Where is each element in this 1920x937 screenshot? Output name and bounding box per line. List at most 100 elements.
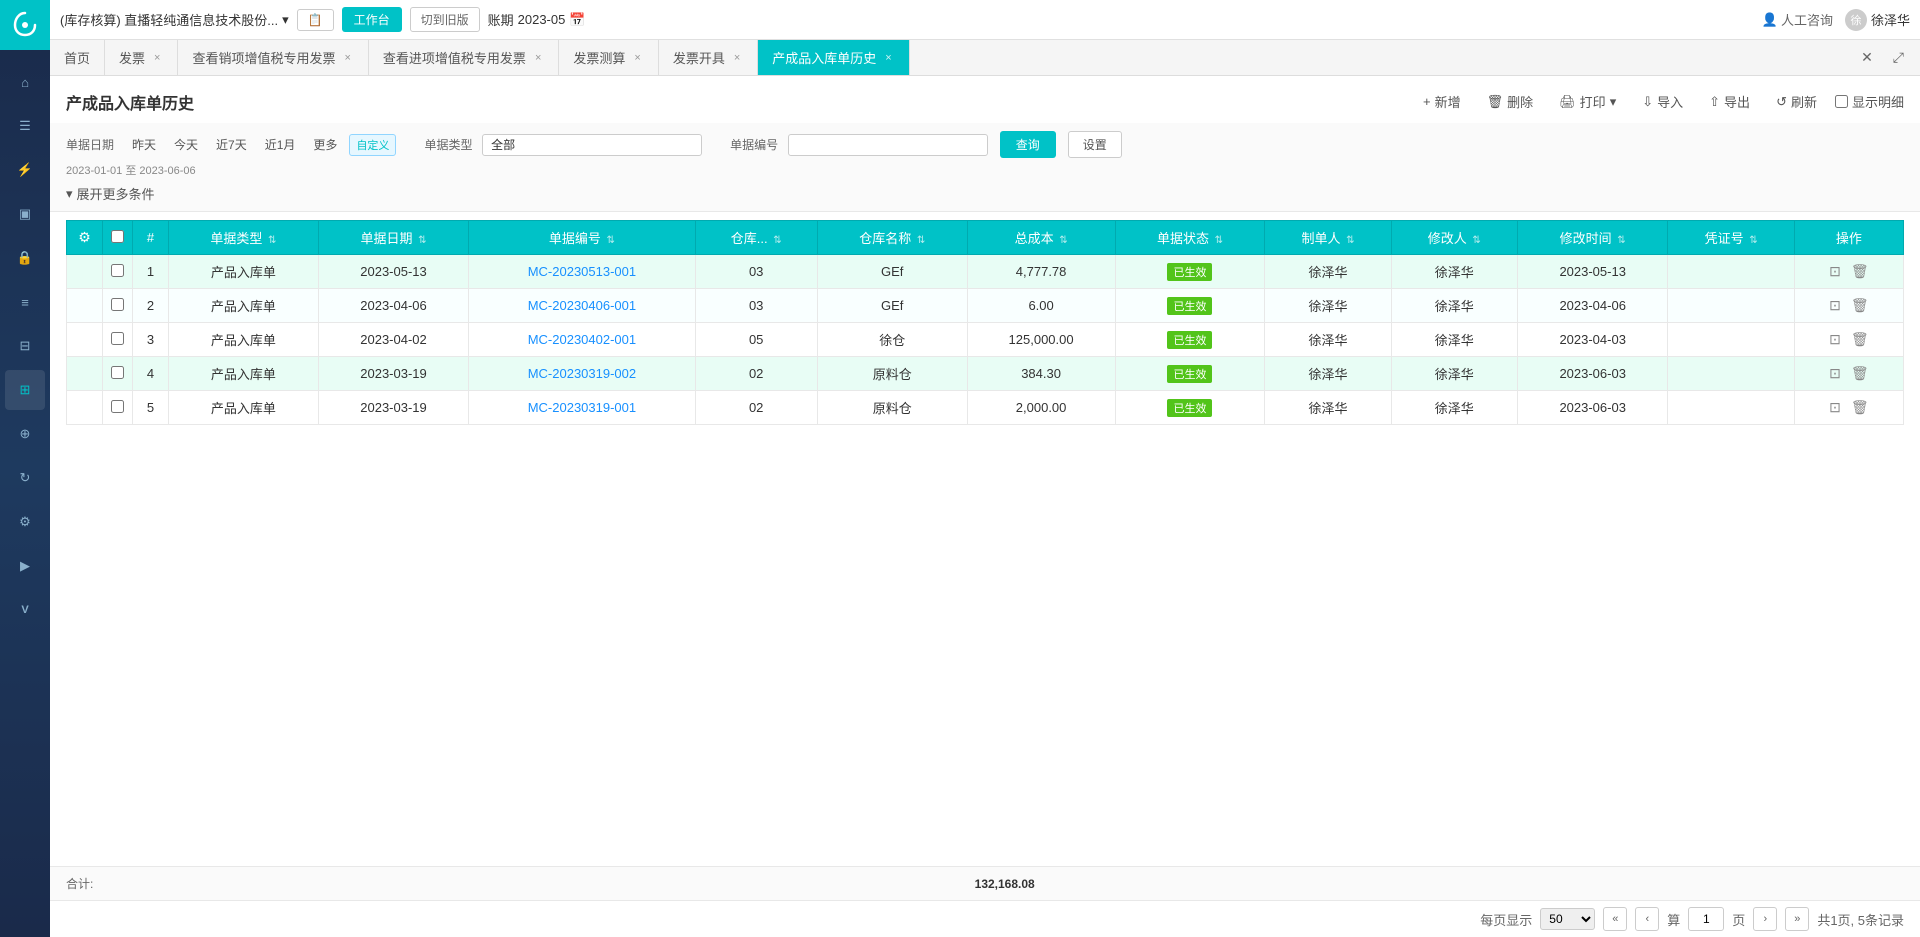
tab-purchase-vat[interactable]: 查看进项增值税专用发票 × [369,40,559,75]
row-delete-icon-1[interactable]: 🗑 [1849,295,1871,316]
col-modifier[interactable]: 修改人 ⇅ [1391,221,1517,255]
row-select-3[interactable] [111,366,124,379]
per-page-select[interactable]: 20 50 100 [1540,908,1595,930]
first-page-btn[interactable]: « [1603,907,1627,931]
tab-product-history-close[interactable]: × [882,51,894,65]
sidebar-item-stamp[interactable]: ⊕ [5,414,45,454]
expand-window-btn[interactable]: ⤢ [1887,47,1910,68]
period-calendar-icon[interactable]: 📅 [569,12,585,28]
sidebar-item-inventory[interactable]: ⊟ [5,326,45,366]
row-delete-icon-0[interactable]: 🗑 [1849,261,1871,282]
tab-invoice-open[interactable]: 发票开具 × [659,40,758,75]
row-checkbox-2[interactable] [103,323,133,357]
prev-page-btn[interactable]: ‹ [1635,907,1659,931]
col-warehouse-name[interactable]: 仓库名称 ⇅ [817,221,967,255]
export-btn[interactable]: ⇧ 导出 [1701,88,1758,115]
user-profile[interactable]: 徐 徐泽华 [1845,9,1910,31]
row-edit-icon-3[interactable]: ⊡ [1827,363,1843,384]
row-delete-icon-2[interactable]: 🗑 [1849,329,1871,350]
print-btn[interactable]: 🖨 打印 ▾ [1551,88,1624,115]
row-select-1[interactable] [111,298,124,311]
date-btn-7days[interactable]: 近7天 [210,134,253,155]
date-btn-1month[interactable]: 近1月 [259,134,302,155]
col-total-cost[interactable]: 总成本 ⇅ [967,221,1115,255]
row-number-link-2[interactable]: MC-20230402-001 [528,332,636,347]
row-number-0[interactable]: MC-20230513-001 [469,255,695,289]
row-select-2[interactable] [111,332,124,345]
col-settings[interactable]: ⚙ [67,221,103,255]
row-checkbox-3[interactable] [103,357,133,391]
show-detail-input[interactable] [1835,95,1848,108]
refresh-btn[interactable]: ↺ 刷新 [1768,88,1825,115]
close-all-tabs-btn[interactable]: ✕ [1855,47,1879,68]
sidebar-item-analytics[interactable]: ⚡ [5,150,45,190]
row-checkbox-1[interactable] [103,289,133,323]
sidebar-item-active[interactable]: ⊞ [5,370,45,410]
date-btn-today[interactable]: 今天 [168,134,204,155]
select-all-checkbox[interactable] [111,230,124,243]
col-status[interactable]: 单据状态 ⇅ [1115,221,1265,255]
row-edit-icon-2[interactable]: ⊡ [1827,329,1843,350]
tab-invoice-open-close[interactable]: × [731,51,743,65]
tab-purchase-vat-close[interactable]: × [532,51,544,65]
tab-invoice[interactable]: 发票 × [105,40,178,75]
row-number-2[interactable]: MC-20230402-001 [469,323,695,357]
workbench-btn[interactable]: 工作台 [342,7,402,32]
sidebar-item-sync[interactable]: ↻ [5,458,45,498]
col-voucher[interactable]: 凭证号 ⇅ [1668,221,1794,255]
tab-sales-vat-close[interactable]: × [341,51,353,65]
app-logo[interactable] [0,0,50,50]
tab-invoice-close[interactable]: × [151,51,163,65]
col-warehouse-code[interactable]: 仓库... ⇅ [695,221,817,255]
col-modify-time[interactable]: 修改时间 ⇅ [1517,221,1668,255]
company-selector[interactable]: (库存核算) 直播轻纯通信息技术股份... ▾ [60,10,289,29]
sidebar-item-version[interactable]: V [5,590,45,630]
date-btn-yesterday[interactable]: 昨天 [126,134,162,155]
search-btn[interactable]: 查询 [1000,131,1056,158]
switch-btn[interactable]: 切到旧版 [410,7,480,32]
col-type[interactable]: 单据类型 ⇅ [169,221,319,255]
row-edit-icon-1[interactable]: ⊡ [1827,295,1843,316]
row-delete-icon-4[interactable]: 🗑 [1849,397,1871,418]
row-number-link-4[interactable]: MC-20230319-001 [528,400,636,415]
sidebar-item-video[interactable]: ▶ [5,546,45,586]
sidebar-item-docs[interactable]: ☰ [5,106,45,146]
number-filter-input[interactable] [788,134,988,156]
row-number-4[interactable]: MC-20230319-001 [469,391,695,425]
row-number-link-1[interactable]: MC-20230406-001 [528,298,636,313]
sidebar-item-lock[interactable]: 🔒 [5,238,45,278]
date-btn-more[interactable]: 更多 [307,134,343,155]
row-number-3[interactable]: MC-20230319-002 [469,357,695,391]
col-date[interactable]: 单据日期 ⇅ [318,221,469,255]
tab-product-history[interactable]: 产成品入库单历史 × [758,40,909,75]
import-btn[interactable]: ⇩ 导入 [1634,88,1691,115]
row-checkbox-0[interactable] [103,255,133,289]
tab-home[interactable]: 首页 [50,40,105,75]
row-number-link-3[interactable]: MC-20230319-002 [528,366,636,381]
setting-btn[interactable]: 设置 [1068,131,1122,158]
show-detail-checkbox[interactable]: 显示明细 [1835,92,1904,111]
page-input[interactable] [1688,907,1724,931]
row-number-1[interactable]: MC-20230406-001 [469,289,695,323]
col-number[interactable]: 单据编号 ⇅ [469,221,695,255]
col-creator[interactable]: 制单人 ⇅ [1265,221,1391,255]
row-checkbox-4[interactable] [103,391,133,425]
row-edit-icon-4[interactable]: ⊡ [1827,397,1843,418]
row-edit-icon-0[interactable]: ⊡ [1827,261,1843,282]
row-select-4[interactable] [111,400,124,413]
sidebar-item-home[interactable]: ⌂ [5,62,45,102]
help-btn[interactable]: 👤 人工咨询 [1762,10,1833,29]
last-page-btn[interactable]: » [1785,907,1809,931]
next-page-btn[interactable]: › [1753,907,1777,931]
row-number-link-0[interactable]: MC-20230513-001 [528,264,636,279]
tab-invoice-calc[interactable]: 发票测算 × [559,40,658,75]
row-delete-icon-3[interactable]: 🗑 [1849,363,1871,384]
delete-btn[interactable]: 🗑 删除 [1479,88,1542,115]
type-filter-select[interactable]: 全部 产品入库单 [482,134,702,156]
sidebar-item-list[interactable]: ≡ [5,282,45,322]
expand-more-btn[interactable]: ▾ 展开更多条件 [66,184,1904,203]
row-select-0[interactable] [111,264,124,277]
tab-invoice-calc-close[interactable]: × [631,51,643,65]
sidebar-item-settings[interactable]: ⚙ [5,502,45,542]
new-btn[interactable]: + 新增 [1415,88,1469,115]
